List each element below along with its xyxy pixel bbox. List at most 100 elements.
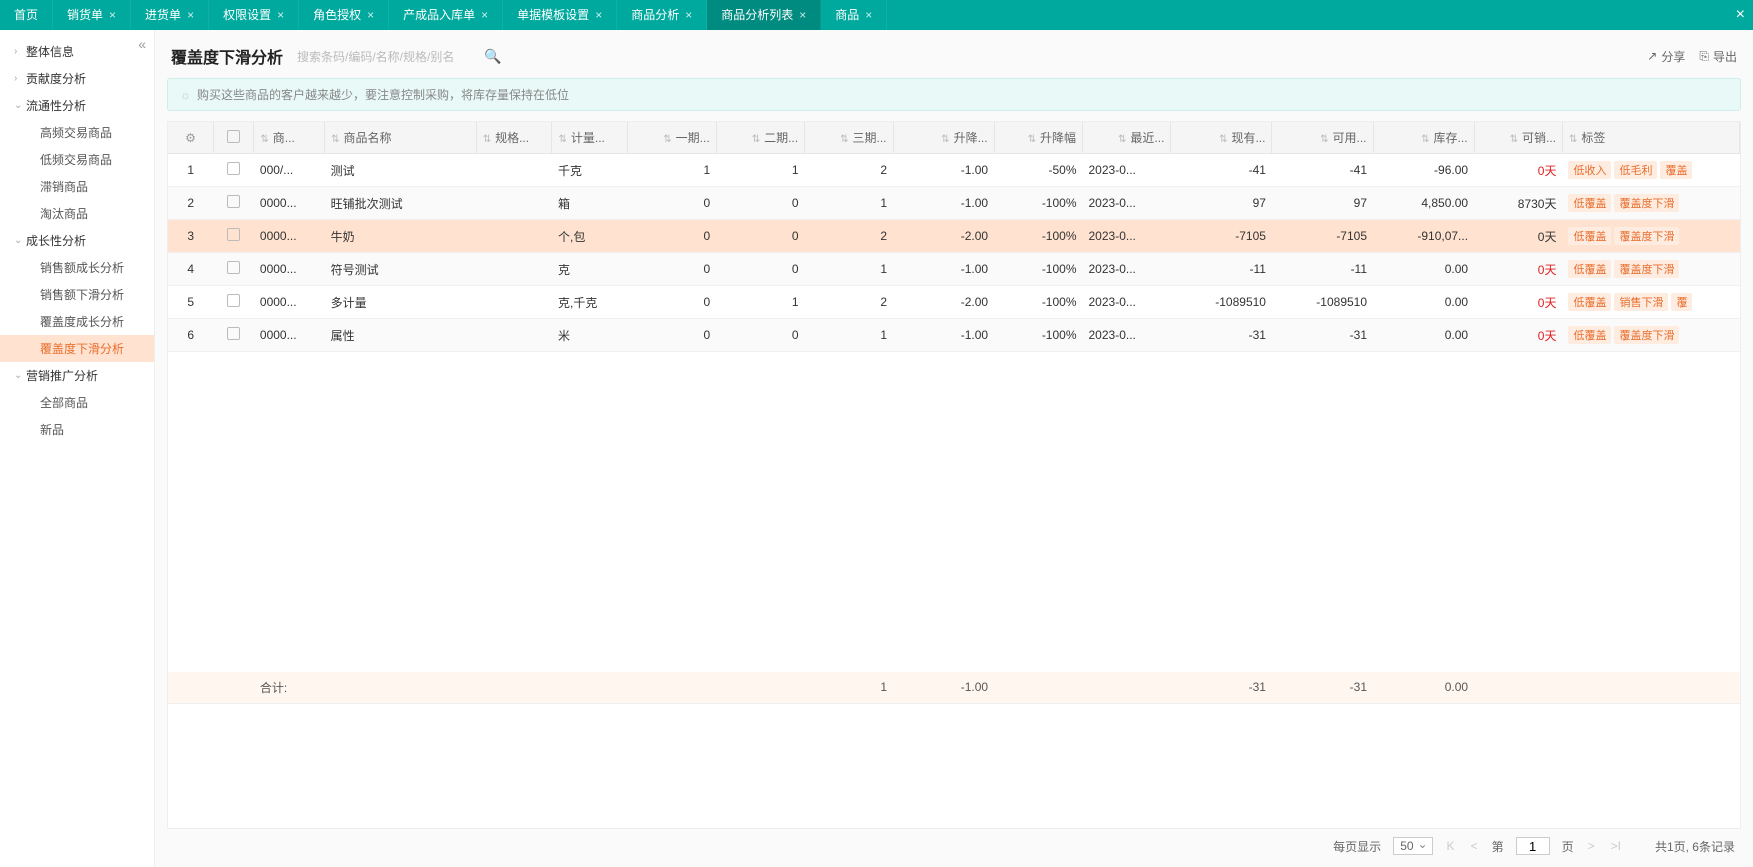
sidebar-section[interactable]: ⌄成长性分析	[0, 227, 154, 254]
sort-icon[interactable]: ⇅	[1028, 134, 1036, 145]
table-row[interactable]: 60000...属性米001-1.00-100%2023-0...-31-310…	[168, 319, 1740, 352]
tab-6[interactable]: 单据模板设置×	[503, 0, 617, 30]
tab-close-icon[interactable]: ×	[367, 0, 374, 30]
column-header[interactable]: ⇅商...	[254, 122, 325, 154]
tab-8[interactable]: 商品分析列表×	[707, 0, 821, 30]
row-checkbox[interactable]	[227, 261, 240, 274]
sidebar-item[interactable]: 全部商品	[0, 389, 154, 416]
prev-page-button[interactable]: <	[1469, 839, 1480, 853]
tab-close-icon[interactable]: ×	[799, 0, 806, 30]
sidebar-item[interactable]: 覆盖度成长分析	[0, 308, 154, 335]
column-header[interactable]: ⇅可用...	[1272, 122, 1373, 154]
table-row[interactable]: 20000...旺铺批次测试箱001-1.00-100%2023-0...979…	[168, 187, 1740, 220]
sort-icon[interactable]: ⇅	[558, 134, 566, 145]
column-header[interactable]: ⇅标签	[1562, 122, 1739, 154]
next-page-button[interactable]: >	[1586, 839, 1597, 853]
caret-icon: ›	[14, 46, 24, 57]
tab-1[interactable]: 销货单×	[53, 0, 131, 30]
sort-icon[interactable]: ⇅	[260, 134, 268, 145]
tab-2[interactable]: 进货单×	[131, 0, 209, 30]
sidebar-item[interactable]: 低频交易商品	[0, 146, 154, 173]
sort-icon[interactable]: ⇅	[1320, 134, 1328, 145]
column-header[interactable]: ⇅计量...	[552, 122, 628, 154]
data-table: ⚙ ⇅商...⇅商品名称⇅规格...⇅计量...⇅一期...⇅二期...⇅三期..…	[168, 122, 1740, 704]
sidebar-section[interactable]: ⌄营销推广分析	[0, 362, 154, 389]
table-row[interactable]: 40000...符号测试克001-1.00-100%2023-0...-11-1…	[168, 253, 1740, 286]
column-header[interactable]: ⚙	[168, 122, 213, 154]
sort-icon[interactable]: ⇅	[483, 134, 491, 145]
tab-close-icon[interactable]: ×	[685, 0, 692, 30]
tab-close-icon[interactable]: ×	[187, 0, 194, 30]
tab-close-icon[interactable]: ×	[481, 0, 488, 30]
sidebar-item[interactable]: 销售额下滑分析	[0, 281, 154, 308]
sidebar-item[interactable]: 销售额成长分析	[0, 254, 154, 281]
column-header[interactable]: ⇅最近...	[1083, 122, 1171, 154]
search-input[interactable]	[297, 50, 477, 65]
tag: 覆	[1671, 293, 1692, 311]
column-header[interactable]	[213, 122, 253, 154]
sidebar-section[interactable]: ⌄流通性分析	[0, 92, 154, 119]
tab-5[interactable]: 产成品入库单×	[389, 0, 503, 30]
sidebar-section[interactable]: ›整体信息	[0, 38, 138, 65]
top-tab-bar: 首页销货单×进货单×权限设置×角色授权×产成品入库单×单据模板设置×商品分析×商…	[0, 0, 1753, 30]
tab-close-icon[interactable]: ×	[109, 0, 116, 30]
tab-close-icon[interactable]: ×	[865, 0, 872, 30]
sort-icon[interactable]: ⇅	[840, 134, 848, 145]
sort-icon[interactable]: ⇅	[331, 134, 339, 145]
row-checkbox[interactable]	[227, 294, 240, 307]
tab-3[interactable]: 权限设置×	[209, 0, 299, 30]
tab-9[interactable]: 商品×	[821, 0, 887, 30]
tab-close-icon[interactable]: ×	[595, 0, 602, 30]
sidebar-item[interactable]: 高频交易商品	[0, 119, 154, 146]
table-row[interactable]: 30000...牛奶个,包002-2.00-100%2023-0...-7105…	[168, 220, 1740, 253]
last-page-button[interactable]: >I	[1609, 839, 1623, 853]
first-page-button[interactable]: K	[1445, 839, 1457, 853]
sidebar-section[interactable]: ›贡献度分析	[0, 65, 154, 92]
close-all-tabs-icon[interactable]: ×	[1736, 0, 1745, 30]
column-header[interactable]: ⇅商品名称	[325, 122, 477, 154]
row-checkbox[interactable]	[227, 195, 240, 208]
tag: 低收入	[1568, 161, 1611, 179]
column-header[interactable]: ⇅升降...	[893, 122, 994, 154]
table-row[interactable]: 50000...多计量克,千克012-2.00-100%2023-0...-10…	[168, 286, 1740, 319]
data-table-wrap: ⚙ ⇅商...⇅商品名称⇅规格...⇅计量...⇅一期...⇅二期...⇅三期..…	[167, 121, 1741, 829]
sort-icon[interactable]: ⇅	[1510, 134, 1518, 145]
sort-icon[interactable]: ⇅	[1118, 134, 1126, 145]
sidebar-item[interactable]: 新品	[0, 416, 154, 443]
sidebar-item[interactable]: 覆盖度下滑分析	[0, 335, 154, 362]
per-page-select[interactable]: 50	[1393, 837, 1432, 855]
sort-icon[interactable]: ⇅	[1219, 134, 1227, 145]
sidebar-item[interactable]: 滞销商品	[0, 173, 154, 200]
row-checkbox[interactable]	[227, 228, 240, 241]
table-row[interactable]: 1000/...测试千克112-1.00-50%2023-0...-41-41-…	[168, 154, 1740, 187]
tab-7[interactable]: 商品分析×	[617, 0, 707, 30]
sidebar-collapse-icon[interactable]: «	[138, 36, 146, 52]
sidebar-item[interactable]: 淘汰商品	[0, 200, 154, 227]
column-header[interactable]: ⇅一期...	[628, 122, 716, 154]
column-header[interactable]: ⇅二期...	[716, 122, 804, 154]
column-header[interactable]: ⇅库存...	[1373, 122, 1474, 154]
page-input[interactable]	[1516, 837, 1550, 855]
column-header[interactable]: ⇅可销...	[1474, 122, 1562, 154]
column-header[interactable]: ⇅规格...	[476, 122, 552, 154]
tab-4[interactable]: 角色授权×	[299, 0, 389, 30]
export-button[interactable]: ⎘ 导出	[1699, 48, 1737, 65]
sort-icon[interactable]: ⇅	[1421, 134, 1429, 145]
gear-icon[interactable]: ⚙	[185, 131, 196, 145]
tag: 覆盖度下滑	[1614, 326, 1679, 344]
tab-0[interactable]: 首页	[0, 0, 53, 30]
row-checkbox[interactable]	[227, 162, 240, 175]
select-all-checkbox[interactable]	[227, 130, 240, 143]
column-header[interactable]: ⇅现有...	[1171, 122, 1272, 154]
share-button[interactable]: ↗ 分享	[1647, 48, 1685, 65]
bulb-icon: ☼	[180, 88, 191, 102]
sort-icon[interactable]: ⇅	[1569, 134, 1577, 145]
column-header[interactable]: ⇅升降幅	[994, 122, 1082, 154]
column-header[interactable]: ⇅三期...	[805, 122, 893, 154]
sort-icon[interactable]: ⇅	[941, 134, 949, 145]
sort-icon[interactable]: ⇅	[663, 134, 671, 145]
search-icon[interactable]: 🔍	[484, 48, 501, 64]
row-checkbox[interactable]	[227, 327, 240, 340]
tab-close-icon[interactable]: ×	[277, 0, 284, 30]
sort-icon[interactable]: ⇅	[752, 134, 760, 145]
